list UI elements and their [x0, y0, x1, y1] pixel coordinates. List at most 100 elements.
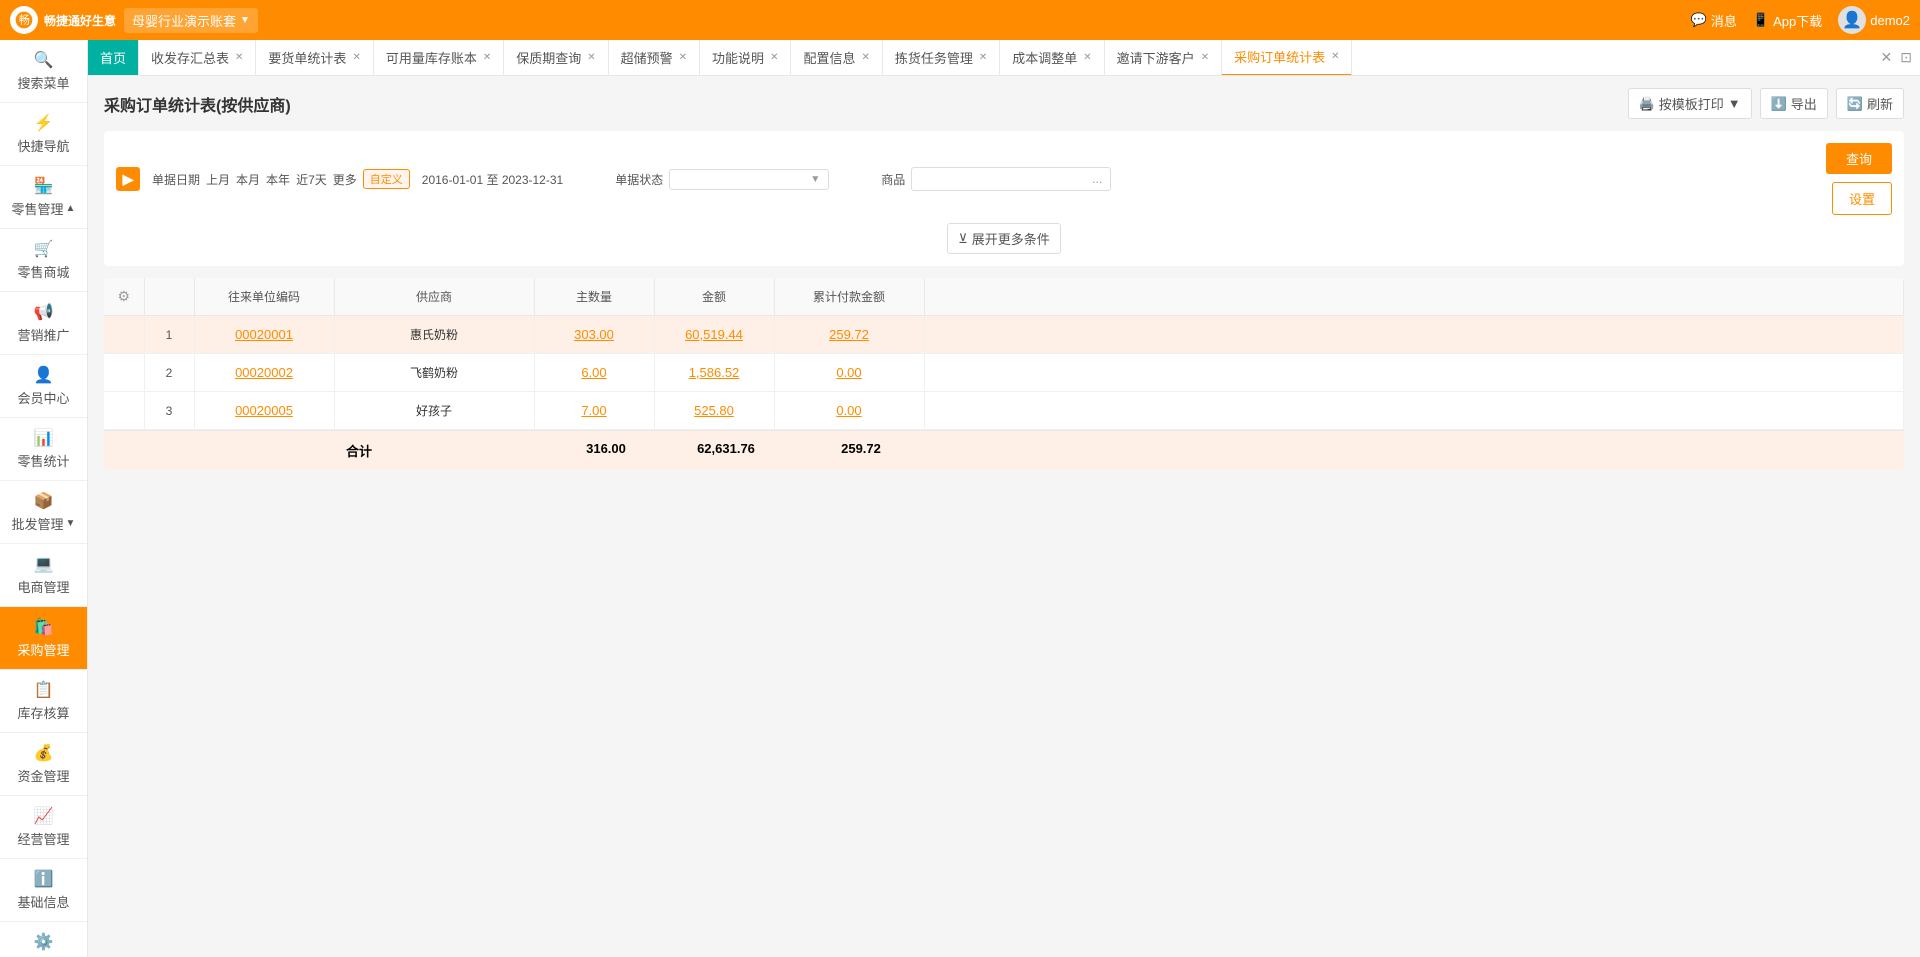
- tab-cost-adjust-close[interactable]: ✕: [1083, 52, 1091, 63]
- col-header-settings: ⚙: [104, 278, 144, 316]
- refresh-button[interactable]: 🔄 刷新: [1836, 88, 1904, 119]
- date-custom-tag[interactable]: 自定义: [363, 169, 410, 189]
- tab-purchase-stats-close[interactable]: ✕: [352, 52, 360, 63]
- sidebar-item-retail-stats[interactable]: 📊 零售统计: [0, 418, 87, 481]
- tab-pick-task-close[interactable]: ✕: [979, 52, 987, 63]
- expand-tab-btn[interactable]: ⊡: [1900, 49, 1912, 66]
- page-content: 采购订单统计表(按供应商) 🖨️ 按模板打印 ▼ ⬇️ 导出 🔄 刷新: [88, 76, 1920, 957]
- sidebar-item-quick-nav[interactable]: ⚡ 快捷导航: [0, 103, 87, 166]
- tab-cost-adjust[interactable]: 成本调整单 ✕: [1000, 40, 1104, 76]
- tab-home[interactable]: 首页: [88, 40, 139, 76]
- filter-card: ▶ 单据日期 上月 本月 本年 近7天 更多 自定义 2016-0: [104, 131, 1904, 266]
- sidebar-item-wholesale[interactable]: 📦 批发管理 ▼: [0, 481, 87, 544]
- row-1-amount: 60,519.44: [654, 316, 774, 354]
- footer-amount: 62,631.76: [666, 441, 786, 460]
- tab-collect-pay[interactable]: 收发存汇总表 ✕: [139, 40, 256, 76]
- row-1-paid: 259.72: [774, 316, 924, 354]
- tab-pick-task[interactable]: 拣货任务管理 ✕: [883, 40, 1000, 76]
- tab-purchase-order-label: 采购订单统计表: [1234, 47, 1325, 66]
- table-row[interactable]: 3 00020005 好孩子 7.00 525.80: [104, 392, 1904, 430]
- status-select[interactable]: ▼: [669, 169, 829, 190]
- row-3-supplier: 好孩子: [334, 392, 534, 430]
- logo-text: 畅捷通好生意: [44, 12, 116, 29]
- sidebar-item-marketing[interactable]: 📢 营销推广: [0, 292, 87, 355]
- tab-expiry-query[interactable]: 保质期查询 ✕: [504, 40, 608, 76]
- goods-ellipsis: ...: [1092, 172, 1102, 186]
- app-download-label: App下载: [1773, 11, 1822, 30]
- tab-overstock-label: 超储预警: [621, 48, 673, 67]
- print-button[interactable]: 🖨️ 按模板打印 ▼: [1628, 88, 1752, 119]
- footer-check-col: [116, 441, 156, 460]
- row-2-supplier: 飞鹤奶粉: [334, 354, 534, 392]
- row-3-check: [104, 392, 144, 430]
- query-button[interactable]: 查询: [1826, 143, 1892, 174]
- tab-invite-close[interactable]: ✕: [1201, 52, 1209, 63]
- tab-config-close[interactable]: ✕: [861, 52, 869, 63]
- row-1-check: [104, 316, 144, 354]
- sidebar-item-finance[interactable]: 💰 资金管理: [0, 733, 87, 796]
- tab-overstock-close[interactable]: ✕: [679, 52, 687, 63]
- tab-purchase-order-close[interactable]: ✕: [1331, 51, 1339, 62]
- row-3-seq: 3: [144, 392, 194, 430]
- table-row[interactable]: 1 00020001 惠氏奶粉 303.00 60,519.44: [104, 316, 1904, 354]
- shortcut-this-month[interactable]: 本月: [236, 171, 260, 188]
- col-header-code: 往来单位编码: [194, 278, 334, 316]
- message-label: 消息: [1711, 11, 1737, 30]
- content-area: 首页 收发存汇总表 ✕ 要货单统计表 ✕ 可用量库存账本 ✕ 保质期查询 ✕ 超…: [88, 40, 1920, 957]
- tab-invite-downstream[interactable]: 邀请下游客户 ✕: [1105, 40, 1222, 76]
- page-header: 采购订单统计表(按供应商) 🖨️ 按模板打印 ▼ ⬇️ 导出 🔄 刷新: [104, 88, 1904, 119]
- shortcut-7days[interactable]: 近7天: [296, 171, 327, 188]
- tab-function-desc[interactable]: 功能说明 ✕: [700, 40, 791, 76]
- sidebar-item-basic[interactable]: ℹ️ 基础信息: [0, 859, 87, 922]
- column-settings-icon[interactable]: ⚙: [117, 288, 130, 304]
- tab-config-info[interactable]: 配置信息 ✕: [791, 40, 882, 76]
- sidebar-item-purchase[interactable]: 🛍️ 采购管理: [0, 607, 87, 670]
- row-3-amount: 525.80: [654, 392, 774, 430]
- shortcut-this-year[interactable]: 本年: [266, 171, 290, 188]
- logo-icon: 畅: [10, 6, 38, 34]
- row-2-empty: [924, 354, 1904, 392]
- app-download-btn[interactable]: 📱 App下载: [1753, 11, 1822, 30]
- tab-expiry-query-close[interactable]: ✕: [587, 52, 595, 63]
- sidebar-item-ecommerce[interactable]: 💻 电商管理: [0, 544, 87, 607]
- goods-select[interactable]: ...: [911, 167, 1111, 191]
- message-btn[interactable]: 💬 消息: [1691, 11, 1737, 30]
- retail-arrow-icon: ▲: [66, 203, 76, 214]
- shortcut-last-month[interactable]: 上月: [206, 171, 230, 188]
- sidebar-item-system[interactable]: ⚙️ 系统管理: [0, 922, 87, 957]
- settings-button[interactable]: 设置: [1832, 182, 1892, 215]
- page-title: 采购订单统计表(按供应商): [104, 92, 291, 116]
- row-3-paid: 0.00: [774, 392, 924, 430]
- expand-more-button[interactable]: ⊻ 展开更多条件: [947, 223, 1061, 254]
- sidebar-item-operation[interactable]: 📈 经营管理: [0, 796, 87, 859]
- ecommerce-icon: 💻: [34, 554, 54, 574]
- filter-status-item: 单据状态 ▼: [615, 169, 829, 190]
- footer-code-col: [206, 441, 346, 460]
- row-1-supplier: 惠氏奶粉: [334, 316, 534, 354]
- filter-toggle-btn[interactable]: ▶: [116, 167, 140, 191]
- user-area[interactable]: 👤 demo2: [1838, 6, 1910, 34]
- tab-collect-pay-close[interactable]: ✕: [235, 52, 243, 63]
- status-label: 单据状态: [615, 171, 663, 188]
- export-button[interactable]: ⬇️ 导出: [1760, 88, 1828, 119]
- retail-store-icon: 🛒: [34, 239, 54, 259]
- shortcut-more[interactable]: 更多: [333, 171, 357, 188]
- close-tab-btn[interactable]: ✕: [1881, 49, 1893, 66]
- breadcrumb[interactable]: 母婴行业演示账套 ▼: [124, 8, 258, 33]
- tab-available-inventory-close[interactable]: ✕: [483, 52, 491, 63]
- tab-overstock-warning[interactable]: 超储预警 ✕: [609, 40, 700, 76]
- sidebar-item-retail-store[interactable]: 🛒 零售商城: [0, 229, 87, 292]
- row-2-code: 00020002: [194, 354, 334, 392]
- col-header-paid: 累计付款金额: [774, 278, 924, 316]
- tab-purchase-order-stats[interactable]: 采购订单统计表 ✕: [1222, 40, 1352, 76]
- tab-purchase-stats[interactable]: 要货单统计表 ✕: [256, 40, 373, 76]
- tab-function-close[interactable]: ✕: [770, 52, 778, 63]
- sidebar-item-member[interactable]: 👤 会员中心: [0, 355, 87, 418]
- filter-date-item: 单据日期 上月 本月 本年 近7天 更多 自定义: [152, 169, 410, 189]
- operation-icon: 📈: [34, 806, 54, 826]
- sidebar-item-retail[interactable]: 🏪 零售管理 ▲: [0, 166, 87, 229]
- tab-available-inventory[interactable]: 可用量库存账本 ✕: [374, 40, 504, 76]
- sidebar-item-search[interactable]: 🔍 搜索菜单: [0, 40, 87, 103]
- sidebar-item-inventory[interactable]: 📋 库存核算: [0, 670, 87, 733]
- table-row[interactable]: 2 00020002 飞鹤奶粉 6.00 1,586.52: [104, 354, 1904, 392]
